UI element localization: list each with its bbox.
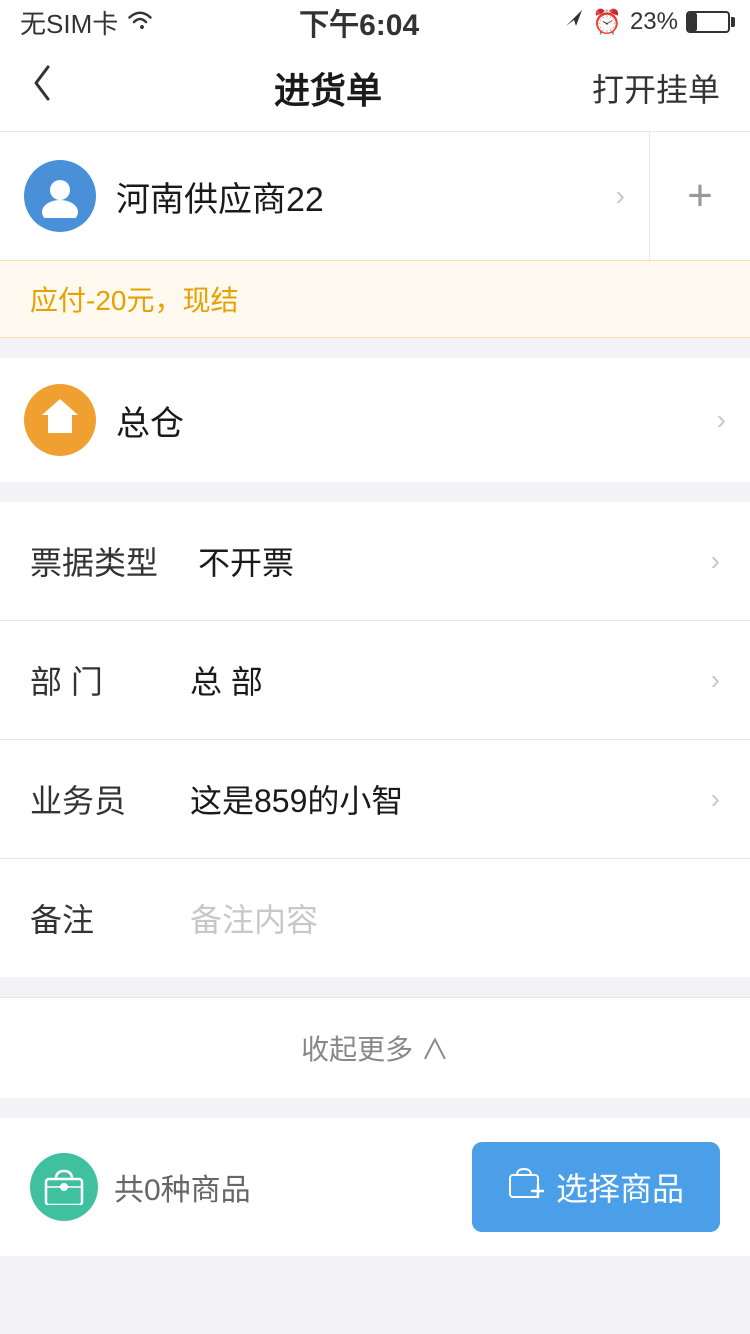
supplier-avatar [24, 160, 96, 232]
add-supplier-button[interactable]: + [650, 132, 750, 260]
collapse-text: 收起更多 ∧ [301, 1028, 449, 1068]
department-label: 部 门 [30, 657, 150, 703]
warehouse-name: 总仓 [116, 396, 707, 445]
collapse-bar[interactable]: 收起更多 ∧ [0, 997, 750, 1098]
salesperson-label: 业务员 [30, 776, 150, 822]
alarm-icon: ⏰ [592, 8, 622, 37]
warehouse-row[interactable]: 总仓 › [0, 358, 750, 482]
select-product-icon [508, 1167, 544, 1207]
select-product-button[interactable]: 选择商品 [472, 1142, 720, 1232]
status-right: ⏰ 23% [564, 8, 730, 37]
warehouse-icon [40, 397, 80, 444]
remark-value: 备注内容 [190, 895, 720, 941]
carrier-text: 无SIM卡 [20, 4, 118, 41]
salesperson-chevron: › [711, 783, 720, 815]
department-chevron: › [711, 664, 720, 696]
content-area: 河南供应商22 › + 应付-20元，现结 总仓 › 票据类型 不开票 [0, 132, 750, 1256]
remark-row[interactable]: 备注 备注内容 [0, 859, 750, 977]
status-time: 下午6:04 [299, 0, 419, 44]
battery-percent: 23% [630, 8, 678, 36]
invoice-type-value: 不开票 [198, 538, 701, 584]
page-title: 进货单 [274, 62, 382, 114]
select-product-label: 选择商品 [556, 1164, 684, 1210]
department-row[interactable]: 部 门 总 部 › [0, 621, 750, 740]
location-icon [564, 8, 584, 37]
notice-bar: 应付-20元，现结 [0, 260, 750, 338]
invoice-type-chevron: › [711, 545, 720, 577]
invoice-type-label: 票据类型 [30, 538, 158, 584]
invoice-type-row[interactable]: 票据类型 不开票 › [0, 502, 750, 621]
form-section: 票据类型 不开票 › 部 门 总 部 › 业务员 这是859的小智 › 备注 备… [0, 502, 750, 977]
status-left: 无SIM卡 [20, 4, 154, 41]
warehouse-section: 总仓 › [0, 358, 750, 482]
salesperson-value: 这是859的小智 [190, 776, 701, 822]
product-icon-circle [30, 1153, 98, 1221]
product-count-section: 共0种商品 [30, 1153, 251, 1221]
department-value: 总 部 [190, 657, 701, 703]
supplier-selector[interactable]: 河南供应商22 › [0, 132, 650, 260]
warehouse-chevron: › [717, 404, 726, 436]
wifi-icon [126, 7, 154, 38]
warehouse-icon-wrap [24, 384, 96, 456]
product-count-text: 共0种商品 [114, 1165, 251, 1209]
nav-bar: 进货单 打开挂单 [0, 44, 750, 132]
supplier-section: 河南供应商22 › + [0, 132, 750, 260]
supplier-name: 河南供应商22 [116, 172, 606, 221]
salesperson-row[interactable]: 业务员 这是859的小智 › [0, 740, 750, 859]
gap1 [0, 338, 750, 358]
status-bar: 无SIM卡 下午6:04 ⏰ 23% [0, 0, 750, 44]
bottom-bar: 共0种商品 选择商品 [0, 1118, 750, 1256]
back-button[interactable] [20, 53, 64, 122]
battery-icon [686, 11, 730, 33]
open-pending-button[interactable]: 打开挂单 [592, 65, 720, 111]
chevron-right-icon: › [616, 180, 625, 212]
notice-text: 应付-20元，现结 [30, 285, 238, 316]
remark-label: 备注 [30, 895, 150, 941]
